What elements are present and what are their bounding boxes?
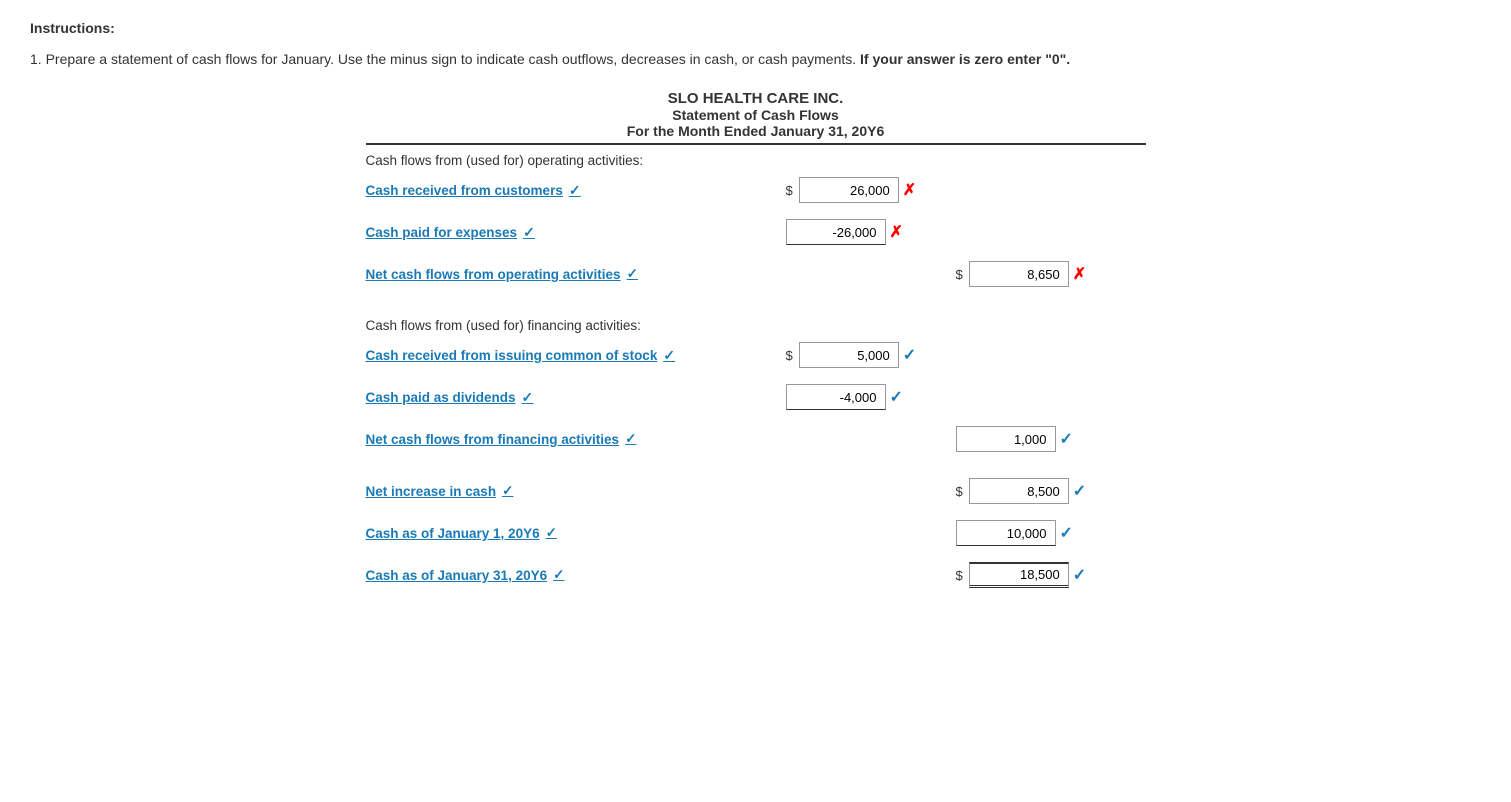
- cash-jan1-input[interactable]: [956, 520, 1056, 546]
- cash-paid-expenses-icon: ✗: [890, 222, 903, 242]
- statement-container: SLO HEALTH CARE INC. Statement of Cash F…: [366, 90, 1146, 591]
- cash-jan31-label: Cash as of January 31, 20Y6 ✓: [366, 567, 786, 583]
- instructions-header: Instructions:: [30, 20, 1481, 36]
- cash-paid-expenses-row: Cash paid for expenses ✓ ✗: [366, 216, 1146, 248]
- net-operating-check: ✓: [627, 266, 638, 282]
- operating-section-label: Cash flows from (used for) operating act…: [366, 153, 1146, 168]
- cash-jan31-col2: $ ✓: [956, 562, 1116, 588]
- cash-jan1-col2: ✓: [956, 520, 1116, 546]
- cash-received-customers-icon: ✗: [903, 180, 916, 200]
- cash-paid-dividends-input[interactable]: [786, 384, 886, 410]
- net-increase-cash-input[interactable]: [969, 478, 1069, 504]
- cash-paid-expenses-check: ✓: [523, 224, 535, 241]
- net-operating-icon: ✗: [1073, 264, 1086, 284]
- cash-paid-expenses-input[interactable]: [786, 219, 886, 245]
- net-financing-label: Net cash flows from financing activities…: [366, 431, 786, 447]
- financing-section-label: Cash flows from (used for) financing act…: [366, 318, 1146, 333]
- statement-period: For the Month Ended January 31, 20Y6: [366, 123, 1146, 139]
- net-increase-cash-check: ✓: [502, 483, 513, 499]
- cash-jan31-check: ✓: [553, 567, 564, 583]
- cash-received-customers-col1: $ ✗: [786, 177, 946, 203]
- cash-paid-dividends-check: ✓: [522, 389, 534, 406]
- net-increase-dollar: $: [956, 484, 963, 499]
- statement-title: Statement of Cash Flows: [366, 107, 1146, 123]
- cash-jan31-row: Cash as of January 31, 20Y6 ✓ $ ✓: [366, 559, 1146, 591]
- cash-jan1-label: Cash as of January 1, 20Y6 ✓: [366, 525, 786, 541]
- cash-jan1-icon: ✓: [1060, 523, 1073, 543]
- company-header: SLO HEALTH CARE INC. Statement of Cash F…: [366, 90, 1146, 139]
- cash-jan31-icon: ✓: [1073, 565, 1086, 585]
- dollar-sign-1: $: [786, 183, 793, 198]
- net-increase-cash-label: Net increase in cash ✓: [366, 483, 786, 499]
- net-operating-col2: $ ✗: [956, 261, 1116, 287]
- cash-received-stock-check: ✓: [663, 347, 675, 364]
- net-financing-col2: ✓: [956, 426, 1116, 452]
- cash-received-stock-col1: $ ✓: [786, 342, 946, 368]
- net-operating-dollar: $: [956, 267, 963, 282]
- instructions-bold: If your answer is zero enter "0".: [860, 51, 1070, 67]
- instructions-body: 1. Prepare a statement of cash flows for…: [30, 51, 856, 67]
- cash-paid-dividends-icon: ✓: [890, 387, 903, 407]
- cash-received-stock-label: Cash received from issuing common of sto…: [366, 347, 786, 364]
- cash-paid-expenses-col1: ✗: [786, 219, 946, 245]
- net-increase-cash-icon: ✓: [1073, 481, 1086, 501]
- cash-received-customers-check: ✓: [569, 182, 581, 199]
- cash-received-stock-input[interactable]: [799, 342, 899, 368]
- cash-received-stock-row: Cash received from issuing common of sto…: [366, 339, 1146, 371]
- cash-paid-dividends-row: Cash paid as dividends ✓ ✓: [366, 381, 1146, 413]
- instructions-section: Instructions: 1. Prepare a statement of …: [30, 20, 1481, 70]
- cash-jan1-row: Cash as of January 1, 20Y6 ✓ ✓: [366, 517, 1146, 549]
- cash-jan1-check: ✓: [546, 525, 557, 541]
- cash-paid-dividends-col1: ✓: [786, 384, 946, 410]
- cash-paid-expenses-label: Cash paid for expenses ✓: [366, 224, 786, 241]
- cash-paid-dividends-label: Cash paid as dividends ✓: [366, 389, 786, 406]
- net-financing-check: ✓: [625, 431, 636, 447]
- net-operating-label: Net cash flows from operating activities…: [366, 266, 786, 282]
- net-increase-cash-col2: $ ✓: [956, 478, 1116, 504]
- net-financing-icon: ✓: [1060, 429, 1073, 449]
- net-operating-row: Net cash flows from operating activities…: [366, 258, 1146, 290]
- header-divider: [366, 143, 1146, 145]
- cash-received-customers-row: Cash received from customers ✓ $ ✗: [366, 174, 1146, 206]
- net-financing-row: Net cash flows from financing activities…: [366, 423, 1146, 455]
- cash-received-stock-dollar: $: [786, 348, 793, 363]
- cash-jan31-input[interactable]: [969, 562, 1069, 588]
- instructions-text: 1. Prepare a statement of cash flows for…: [30, 48, 1481, 70]
- net-financing-input[interactable]: [956, 426, 1056, 452]
- net-increase-cash-row: Net increase in cash ✓ $ ✓: [366, 475, 1146, 507]
- cash-received-stock-icon: ✓: [903, 345, 916, 365]
- cash-received-customers-label: Cash received from customers ✓: [366, 182, 786, 199]
- company-name: SLO HEALTH CARE INC.: [366, 90, 1146, 107]
- net-operating-input[interactable]: [969, 261, 1069, 287]
- cash-jan31-dollar: $: [956, 568, 963, 583]
- cash-received-customers-input[interactable]: [799, 177, 899, 203]
